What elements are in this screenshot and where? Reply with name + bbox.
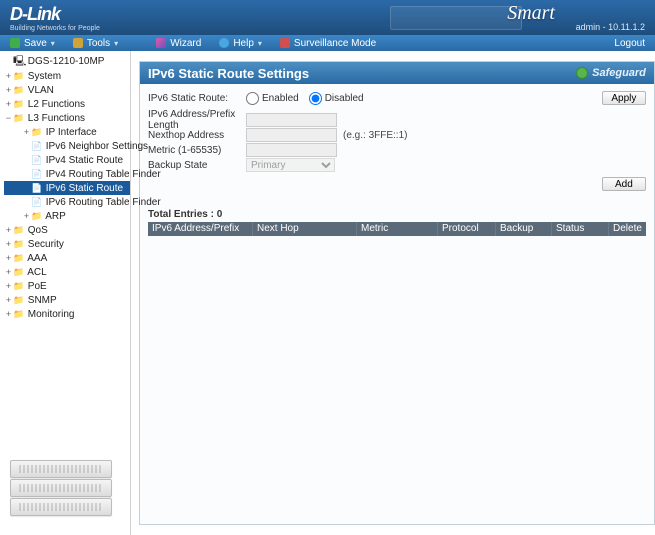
tree-qos[interactable]: + QoS xyxy=(4,223,130,237)
tree-ipv6-neighbor[interactable]: IPv6 Neighbor Settings xyxy=(4,139,130,153)
tree-ip-interface[interactable]: + IP Interface xyxy=(4,125,130,139)
th-status: Status xyxy=(552,222,609,236)
backup-label: Backup State xyxy=(148,160,246,171)
panel-header: IPv6 Static Route Settings Safeguard xyxy=(140,62,654,84)
static-route-label: IPv6 Static Route: xyxy=(148,93,236,104)
th-protocol: Protocol xyxy=(438,222,496,236)
tree-snmp[interactable]: + SNMP xyxy=(4,293,130,307)
total-entries: Total Entries : 0 xyxy=(148,209,646,220)
tree-device[interactable]: 🖳 DGS-1210-10MP xyxy=(4,55,130,69)
safeguard-indicator: Safeguard xyxy=(576,67,646,79)
menu-wizard[interactable]: Wizard xyxy=(156,38,201,49)
menu-surveillance[interactable]: Surveillance Mode xyxy=(280,38,376,49)
nav-tree: 🖳 DGS-1210-10MP + System + VLAN + L2 Fun… xyxy=(0,51,130,321)
tree-ipv6-finder[interactable]: IPv6 Routing Table Finder xyxy=(4,195,130,209)
enabled-radio[interactable] xyxy=(246,92,259,105)
help-icon xyxy=(219,38,229,48)
metric-input[interactable] xyxy=(246,143,337,157)
tree-vlan[interactable]: + VLAN xyxy=(4,83,130,97)
metric-label: Metric (1-65535) xyxy=(148,145,246,156)
disabled-label: Disabled xyxy=(325,93,364,104)
addr-label: IPv6 Address/Prefix Length xyxy=(148,109,246,131)
wizard-icon xyxy=(156,38,166,48)
tree-aaa[interactable]: + AAA xyxy=(4,251,130,265)
nexthop-input[interactable] xyxy=(246,128,337,142)
tree-ipv4-static[interactable]: IPv4 Static Route xyxy=(4,153,130,167)
panel-title: IPv6 Static Route Settings xyxy=(148,66,309,81)
chevron-down-icon: ▾ xyxy=(51,39,55,48)
tree-l2[interactable]: + L2 Functions xyxy=(4,97,130,111)
tree-poe[interactable]: + PoE xyxy=(4,279,130,293)
brand-logo: D-Link Building Networks for People xyxy=(10,4,100,32)
table-header: IPv6 Address/Prefix Next Hop Metric Prot… xyxy=(148,222,646,236)
switch-port-graphic xyxy=(390,6,522,30)
menubar: Save▾ Tools▾ Wizard Help▾ Surveillance M… xyxy=(0,35,655,51)
tree-monitoring[interactable]: + Monitoring xyxy=(4,307,130,321)
tree-security[interactable]: + Security xyxy=(4,237,130,251)
tree-acl[interactable]: + ACL xyxy=(4,265,130,279)
addr-input[interactable] xyxy=(246,113,337,127)
th-addr: IPv6 Address/Prefix xyxy=(148,222,253,236)
tree-arp[interactable]: + ARP xyxy=(4,209,130,223)
main-area: IPv6 Static Route Settings Safeguard IPv… xyxy=(131,51,655,535)
settings-panel: IPv6 Static Route Settings Safeguard IPv… xyxy=(139,61,655,525)
th-nexthop: Next Hop xyxy=(253,222,357,236)
admin-info: admin - 10.11.1.2 xyxy=(576,22,645,32)
th-metric: Metric xyxy=(357,222,438,236)
smart-logo: Smart xyxy=(507,2,555,25)
chevron-down-icon: ▾ xyxy=(258,39,262,48)
backup-select[interactable]: Primary xyxy=(246,158,335,172)
nexthop-hint: (e.g.: 3FFE::1) xyxy=(343,130,407,141)
tree-system[interactable]: + System xyxy=(4,69,130,83)
sidebar: 🖳 DGS-1210-10MP + System + VLAN + L2 Fun… xyxy=(0,51,131,535)
menu-logout[interactable]: Logout xyxy=(614,38,645,49)
nexthop-label: Nexthop Address xyxy=(148,130,246,141)
add-button[interactable]: Add xyxy=(602,177,646,191)
menu-tools[interactable]: Tools▾ xyxy=(73,38,118,49)
apply-button[interactable]: Apply xyxy=(602,91,646,105)
disabled-radio[interactable] xyxy=(309,92,322,105)
surveillance-icon xyxy=(280,38,290,48)
app-header: D-Link Building Networks for People Smar… xyxy=(0,0,655,35)
tree-ipv4-finder[interactable]: IPv4 Routing Table Finder xyxy=(4,167,130,181)
save-icon xyxy=(10,38,20,48)
menu-save[interactable]: Save▾ xyxy=(10,38,55,49)
chevron-down-icon: ▾ xyxy=(114,39,118,48)
th-delete: Delete xyxy=(609,222,646,236)
tree-ipv6-static[interactable]: IPv6 Static Route xyxy=(4,181,130,195)
safeguard-icon xyxy=(576,67,588,79)
th-backup: Backup xyxy=(496,222,552,236)
tools-icon xyxy=(73,38,83,48)
tree-l3[interactable]: − L3 Functions xyxy=(4,111,130,125)
brand-sub: Building Networks for People xyxy=(10,25,100,32)
enabled-label: Enabled xyxy=(262,93,299,104)
brand-main: D-Link xyxy=(10,4,100,25)
switch-image xyxy=(10,460,110,510)
menu-help[interactable]: Help▾ xyxy=(219,38,262,49)
